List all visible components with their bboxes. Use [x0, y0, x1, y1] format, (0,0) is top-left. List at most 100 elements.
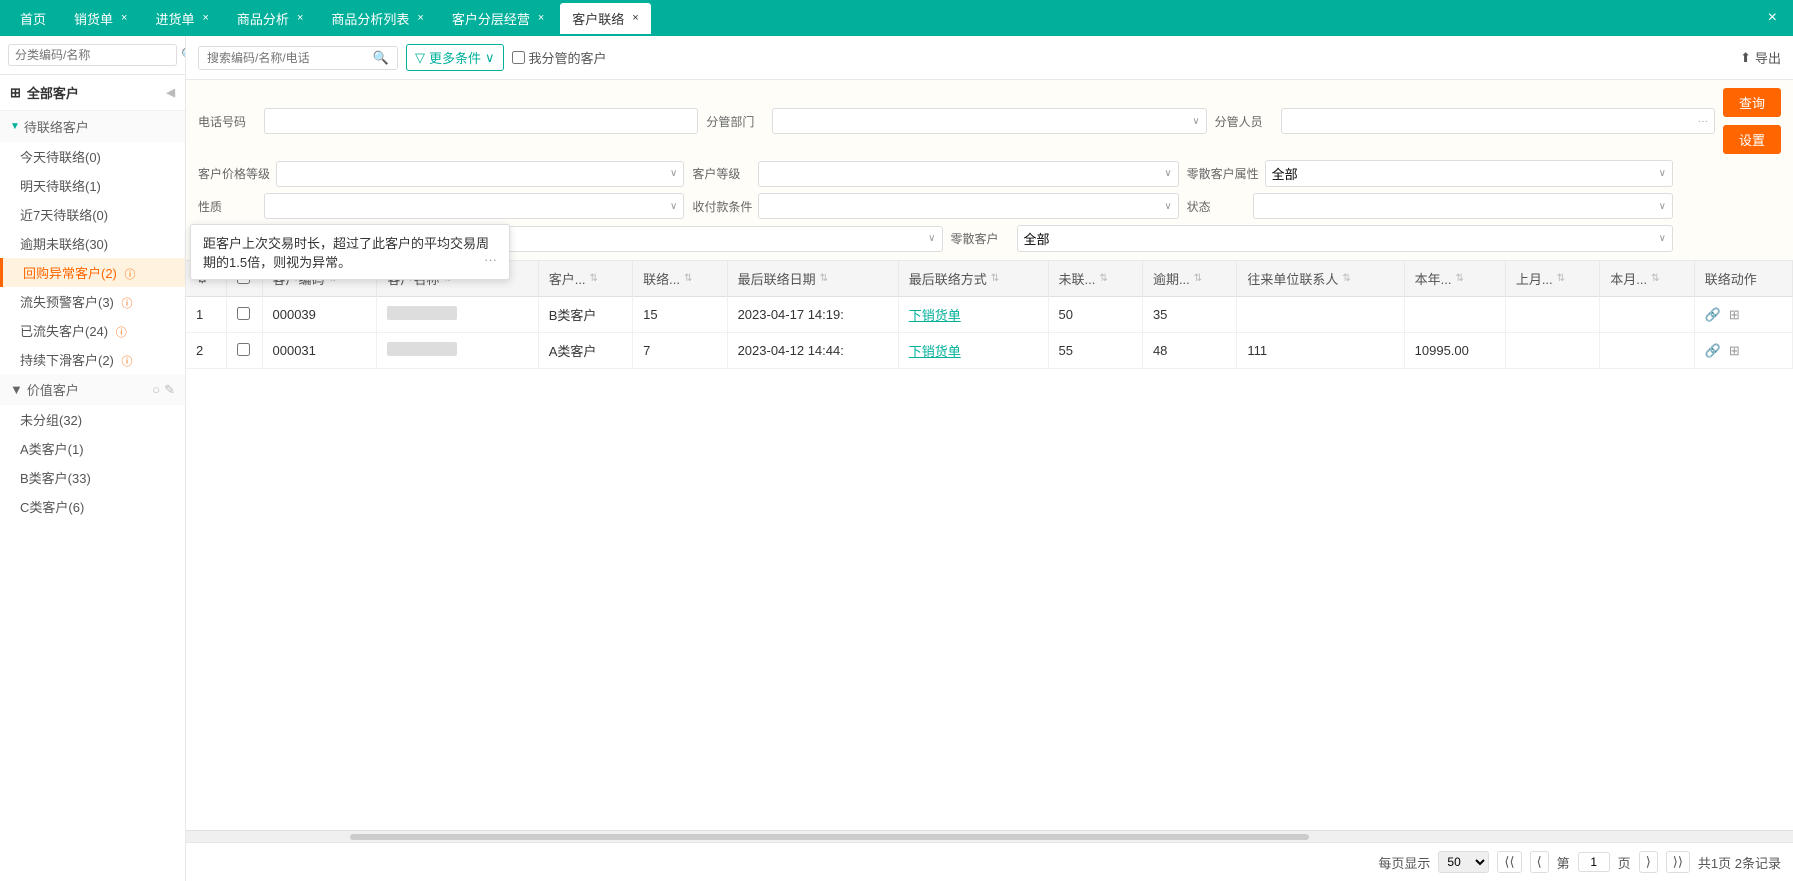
row-this-month — [1600, 333, 1694, 369]
sort-icon: ⇅ — [1557, 273, 1565, 284]
sidebar-all-customers[interactable]: ⊞ 全部客户 ◀ — [0, 75, 185, 111]
search-input[interactable] — [207, 51, 373, 65]
sidebar-item-ungrouped[interactable]: 未分组(32) — [0, 405, 185, 434]
more-filters-button[interactable]: ▽ 更多条件 ∨ — [406, 44, 504, 71]
status-select[interactable]: ∨ — [1253, 193, 1673, 219]
close-product-analysis-list-icon[interactable]: × — [417, 12, 423, 24]
collapse-icon[interactable]: ◀ — [167, 86, 175, 99]
table-footer: 每页显示 50 100 200 ⟨⟨ ⟨ 第 页 ⟩ ⟩⟩ 共1页 2条记录 — [186, 842, 1793, 881]
col-action: 联络动作 — [1694, 261, 1792, 297]
table-row: 2 000031 A类客户 7 2023-04-12 14:44: 下销货单 5… — [186, 333, 1793, 369]
dept-select[interactable]: ∨ — [772, 108, 1206, 134]
close-customer-contact-icon[interactable]: × — [632, 12, 638, 24]
col-company-contacts: 往来单位联系人 ⇅ — [1237, 261, 1404, 297]
filter-row-2: 客户价格等级 ∨ 客户等级 ∨ 零散客户属性 全部 — [198, 160, 1781, 187]
nav-customer-contact[interactable]: 客户联络 × — [560, 3, 650, 34]
row-uncontacted: 55 — [1048, 333, 1142, 369]
row-checkbox — [226, 297, 262, 333]
sidebar-item-7days[interactable]: 近7天待联络(0) — [0, 200, 185, 229]
sidebar-item-abnormal-repurchase[interactable]: 回购异常客户(2) ⓘ — [0, 258, 185, 287]
nav-sales-order[interactable]: 销货单 × — [62, 3, 139, 34]
close-purchase-order-icon[interactable]: × — [202, 12, 208, 24]
grid-action-icon[interactable]: ⊞ — [1729, 343, 1740, 359]
sidebar-item-churn-warning[interactable]: 流失预警客户(3) ⓘ — [0, 287, 185, 316]
col-last-method: 最后联络方式 ⇅ — [898, 261, 1048, 297]
last-method-link[interactable]: 下销货单 — [909, 308, 961, 323]
circle-icon[interactable]: ○ — [152, 382, 160, 398]
nav-customer-segmentation[interactable]: 客户分层经营 × — [440, 3, 556, 34]
manager-select[interactable]: ··· — [1281, 108, 1715, 134]
settings-button[interactable]: 设置 — [1723, 125, 1781, 154]
nav-purchase-order[interactable]: 进货单 × — [143, 3, 220, 34]
retail-attr-select[interactable]: 全部 ∨ — [1265, 160, 1673, 187]
chevron-down-icon: ∨ — [670, 168, 677, 179]
sidebar-search-area: 🔍 — [0, 36, 185, 75]
page-number-input[interactable] — [1578, 852, 1610, 872]
sidebar-section-pending[interactable]: ▼ 待联络客户 — [0, 111, 185, 142]
price-grade-select[interactable]: ∨ — [276, 161, 684, 187]
export-button[interactable]: ⬆ 导出 — [1740, 48, 1781, 67]
col-this-year: 本年... ⇅ — [1404, 261, 1505, 297]
sidebar-search-input[interactable] — [8, 44, 177, 66]
row-last-date: 2023-04-12 14:44: — [727, 333, 898, 369]
phone-input[interactable] — [264, 108, 698, 134]
close-product-analysis-icon[interactable]: × — [297, 12, 303, 24]
chevron-down-icon: ∨ — [1659, 233, 1666, 244]
sidebar-item-c-class[interactable]: C类客户(6) — [0, 492, 185, 521]
nav-product-analysis[interactable]: 商品分析 × — [225, 3, 315, 34]
row-contact: 7 — [633, 333, 727, 369]
row-name — [377, 297, 538, 333]
payment-select[interactable]: ∨ — [758, 193, 1178, 219]
per-page-select[interactable]: 50 100 200 — [1438, 851, 1489, 873]
close-customer-segmentation-icon[interactable]: × — [538, 12, 544, 24]
sidebar-item-today[interactable]: 今天待联络(0) — [0, 142, 185, 171]
sidebar-item-tomorrow[interactable]: 明天待联络(1) — [0, 171, 185, 200]
chevron-down-icon: ∨ — [1164, 168, 1171, 179]
filter-row-3: 性质 ∨ 收付款条件 ∨ 状态 — [198, 193, 1781, 219]
nav-product-analysis-list[interactable]: 商品分析列表 × — [319, 3, 435, 34]
next-page-button[interactable]: ⟩ — [1639, 851, 1658, 873]
my-customers-checkbox[interactable] — [512, 51, 525, 64]
row-this-year: 10995.00 — [1404, 333, 1505, 369]
sort-icon: ⇅ — [684, 273, 692, 284]
customer-name-blurred — [387, 306, 457, 320]
search-icon[interactable]: 🔍 — [373, 50, 389, 66]
last-method-link[interactable]: 下销货单 — [909, 344, 961, 359]
nav-home[interactable]: 首页 — [8, 3, 58, 34]
filter-dept: 分管部门 ∨ — [706, 108, 1206, 134]
retail-select[interactable]: 全部 ∨ — [1017, 225, 1674, 252]
sidebar-item-declining[interactable]: 持续下滑客户(2) ⓘ — [0, 345, 185, 374]
row-company-contacts: 111 — [1237, 333, 1404, 369]
grid-action-icon[interactable]: ⊞ — [1729, 307, 1740, 323]
prev-page-button[interactable]: ⟨ — [1530, 851, 1549, 873]
gender-select[interactable]: ∨ — [264, 193, 684, 219]
link-action-icon[interactable]: 🔗 — [1705, 307, 1721, 323]
scroll-thumb[interactable] — [350, 834, 1309, 840]
grade-select[interactable]: ∨ — [758, 161, 1178, 187]
edit-icon[interactable]: ✎ — [164, 382, 175, 398]
filter-grade: 客户等级 ∨ — [692, 161, 1178, 187]
first-page-button[interactable]: ⟨⟨ — [1497, 851, 1521, 873]
sidebar-item-churned[interactable]: 已流失客户(24) ⓘ — [0, 316, 185, 345]
chevron-down-icon: ∨ — [1659, 168, 1666, 179]
sort-icon: ⇅ — [820, 273, 828, 284]
expand-icon: ▼ — [10, 121, 20, 132]
row-select-checkbox[interactable] — [237, 343, 250, 356]
row-select-checkbox[interactable] — [237, 307, 250, 320]
sidebar-item-b-class[interactable]: B类客户(33) — [0, 463, 185, 492]
filter-phone: 电话号码 — [198, 108, 698, 134]
sidebar-section-value[interactable]: ▼ 价值客户 ○ ✎ — [0, 374, 185, 405]
close-all-nav-button[interactable]: × — [1760, 5, 1785, 31]
data-table-wrapper: ⚙ 客户编码 ⇅ 客户名称 — [186, 261, 1793, 830]
my-customers-checkbox-label[interactable]: 我分管的客户 — [512, 48, 607, 67]
col-uncontacted: 未联... ⇅ — [1048, 261, 1142, 297]
close-sales-order-icon[interactable]: × — [121, 12, 127, 24]
tooltip-more-icon[interactable]: ··· — [484, 252, 497, 267]
last-page-button[interactable]: ⟩⟩ — [1666, 851, 1690, 873]
sidebar-item-a-class[interactable]: A类客户(1) — [0, 434, 185, 463]
sidebar-item-overdue[interactable]: 逾期未联络(30) — [0, 229, 185, 258]
customer-name-blurred — [387, 342, 457, 356]
link-action-icon[interactable]: 🔗 — [1705, 343, 1721, 359]
horizontal-scrollbar[interactable] — [186, 830, 1793, 842]
query-button[interactable]: 查询 — [1723, 88, 1781, 117]
